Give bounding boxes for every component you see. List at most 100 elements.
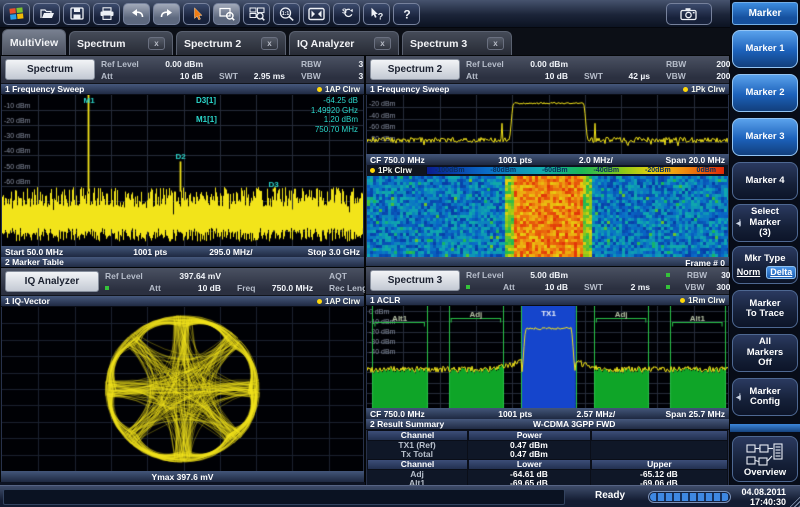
softkey-separator [730,424,800,432]
softkey-mkr-type[interactable]: Mkr Type Norm Delta [732,246,798,284]
svg-text:?: ? [403,7,410,21]
marker-readout: D3[1]-64.25 dB 1.49920 GHz M1[1]1.20 dBm… [196,96,358,134]
softkey-marker-1[interactable]: Marker 1 [732,30,798,68]
att-field: Att10 dB [466,71,584,81]
softkey-all-markers-off[interactable]: All Markers Off [732,334,798,372]
resize-grip[interactable] [787,494,800,507]
close-icon[interactable]: x [487,37,504,50]
spectrum-2-header: Spectrum 2 Ref Level0.00 dBm RBW200 kHz … [366,56,729,84]
spectrum-3-window: Spectrum 3 Ref Level5.00 dBm RBW30 kHz A… [365,266,730,485]
softkey-overview[interactable]: Overview [732,436,798,482]
trace-dot-icon [317,87,322,92]
redo-icon[interactable] [153,3,180,25]
modified-indicator-icon [466,285,470,289]
sweep-progress-bar [648,491,731,503]
time-label: 17:40:30 [741,497,786,507]
window-title: 1 Frequency Sweep [5,84,84,94]
spectrogram-trace-info: 1Pk Clrw [370,166,422,175]
undo-icon[interactable] [123,3,150,25]
channel-button-iq-analyzer[interactable]: IQ Analyzer [5,271,99,292]
trace-info: 1Rm Clrw [680,296,725,305]
softkey-marker-3[interactable]: Marker 3 [732,118,798,156]
spectrum-1-axis-footer: Start 50.0 MHz1001 pts295.0 MHz/Stop 3.0… [1,246,364,257]
continue-sweep-icon[interactable]: S [333,3,360,25]
trace-info: 1AP Clrw [317,297,360,306]
result-summary-titlebar[interactable]: 2 Result Summary W-CDMA 3GPP FWD [366,419,729,430]
att-field: Att10 dB [466,282,584,292]
trace-dot-icon [683,87,688,92]
tab-iq-analyzer[interactable]: IQ Analyzer x [289,31,399,55]
ref-level-field: Ref Level0.00 dBm [101,59,219,69]
print-icon[interactable] [93,3,120,25]
window-titlebar[interactable]: 1 IQ-Vector 1AP Clrw [1,296,364,307]
channel-button-spectrum-2[interactable]: Spectrum 2 [370,59,460,80]
spectrum-2-plot[interactable] [366,95,729,154]
ref-level-field: Ref Level5.00 dBm [466,270,584,280]
channel-button-spectrum[interactable]: Spectrum [5,59,95,80]
modified-indicator-icon [105,286,109,290]
svg-text:1:1: 1:1 [281,11,288,17]
mkr-type-norm-option[interactable]: Norm [734,267,764,278]
tab-label: Spectrum [77,38,125,50]
window-titlebar[interactable]: 1 Frequency Sweep 1Pk Clrw [366,84,729,95]
toolbar: 1:1 S ? ? [0,0,800,28]
aclr-axis-footer: CF 750.0 MHz1001 pts2.57 MHz/Span 25.7 M… [366,408,729,419]
zoom-windows-icon[interactable] [243,3,270,25]
spectrum-1-plot[interactable]: D3[1]-64.25 dB 1.49920 GHz M1[1]1.20 dBm… [1,95,364,246]
screenshot-camera-button[interactable] [666,3,712,25]
aclr-canvas[interactable] [367,306,729,408]
channel-button-spectrum-3[interactable]: Spectrum 3 [370,270,460,291]
softkey-marker-4[interactable]: Marker 4 [732,162,798,200]
softkey-marker-to-trace[interactable]: Marker To Trace [732,290,798,328]
softkey-marker-2[interactable]: Marker 2 [732,74,798,112]
tab-label: IQ Analyzer [297,38,354,50]
window-title: 2 Marker Table [5,257,64,267]
mkr-type-delta-option[interactable]: Delta [766,266,796,279]
spectrum-2-trace-canvas[interactable] [367,95,729,154]
tab-label: Spectrum 2 [184,38,241,50]
tab-label: Spectrum 3 [410,38,467,50]
dialog-arrow-icon: ◀▏ [736,219,743,230]
window-titlebar[interactable]: 1 Frequency Sweep 1AP Clrw [1,84,364,95]
tab-spectrum-2[interactable]: Spectrum 2 x [176,31,286,55]
modified-indicator-icon [666,273,670,277]
iq-vector-canvas[interactable] [2,307,364,471]
save-icon[interactable] [63,3,90,25]
spectrum-2-window: Spectrum 2 Ref Level0.00 dBm RBW200 kHz … [365,55,730,267]
status-text: Ready [595,490,625,501]
open-file-icon[interactable] [33,3,60,25]
tab-spectrum[interactable]: Spectrum x [69,31,173,55]
iq-header: IQ Analyzer Ref Level397.64 mV AQT31.281… [1,268,364,296]
window-title: 1 Frequency Sweep [370,84,449,94]
zoom-area-icon[interactable] [213,3,240,25]
help-icon[interactable]: ? [393,3,420,25]
aclr-plot[interactable] [366,306,729,408]
iq-footer: Ymax 397.6 mV [1,471,364,482]
zoom-1to1-icon[interactable]: 1:1 [273,3,300,25]
spectrum-2-axis-footer: CF 750.0 MHz1001 pts2.0 MHz/Span 20.0 MH… [366,154,729,165]
progress-fill [650,493,729,501]
status-message-field [3,489,565,505]
iq-vector-plot[interactable] [1,307,364,471]
context-help-pointer-icon[interactable]: ? [363,3,390,25]
tab-spectrum-3[interactable]: Spectrum 3 x [402,31,512,55]
spectrogram-canvas[interactable] [367,176,729,257]
split-display-icon[interactable] [303,3,330,25]
select-pointer-icon[interactable] [183,3,210,25]
svg-text:?: ? [378,11,384,21]
close-icon[interactable]: x [148,37,165,50]
spectrum-1-window: Spectrum Ref Level0.00 dBm RBW3 MHz SGL … [0,55,365,267]
close-icon[interactable]: x [261,37,278,50]
close-icon[interactable]: x [374,37,391,50]
windows-logo-icon[interactable] [3,3,30,25]
window-title: 1 IQ-Vector [5,296,50,306]
softkey-select-marker[interactable]: ◀▏Select Marker (3) [732,204,798,242]
swt-field: SWT42 µs [584,71,666,81]
trace-dot-icon [680,298,685,303]
tab-multiview[interactable]: MultiView [2,29,66,55]
softkey-marker-config[interactable]: ◀▏Marker Config [732,378,798,416]
spectrogram-colorbar: 1Pk Clrw -100dBm-80dBm-60dBm-40dBm-20dBm… [366,165,729,176]
block-diagram-icon [746,443,784,467]
window-titlebar[interactable]: 1 ACLR 1Rm Clrw [366,295,729,306]
spectrogram-plot[interactable] [366,176,729,257]
